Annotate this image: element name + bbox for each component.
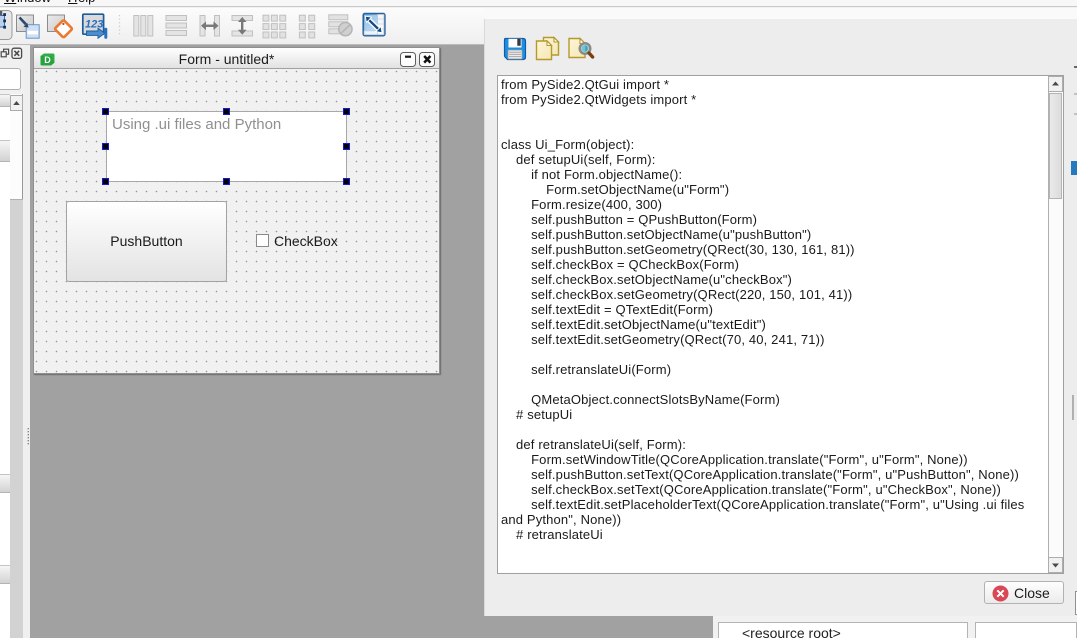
svg-text:D: D bbox=[44, 55, 51, 65]
svg-text:123: 123 bbox=[85, 19, 103, 31]
